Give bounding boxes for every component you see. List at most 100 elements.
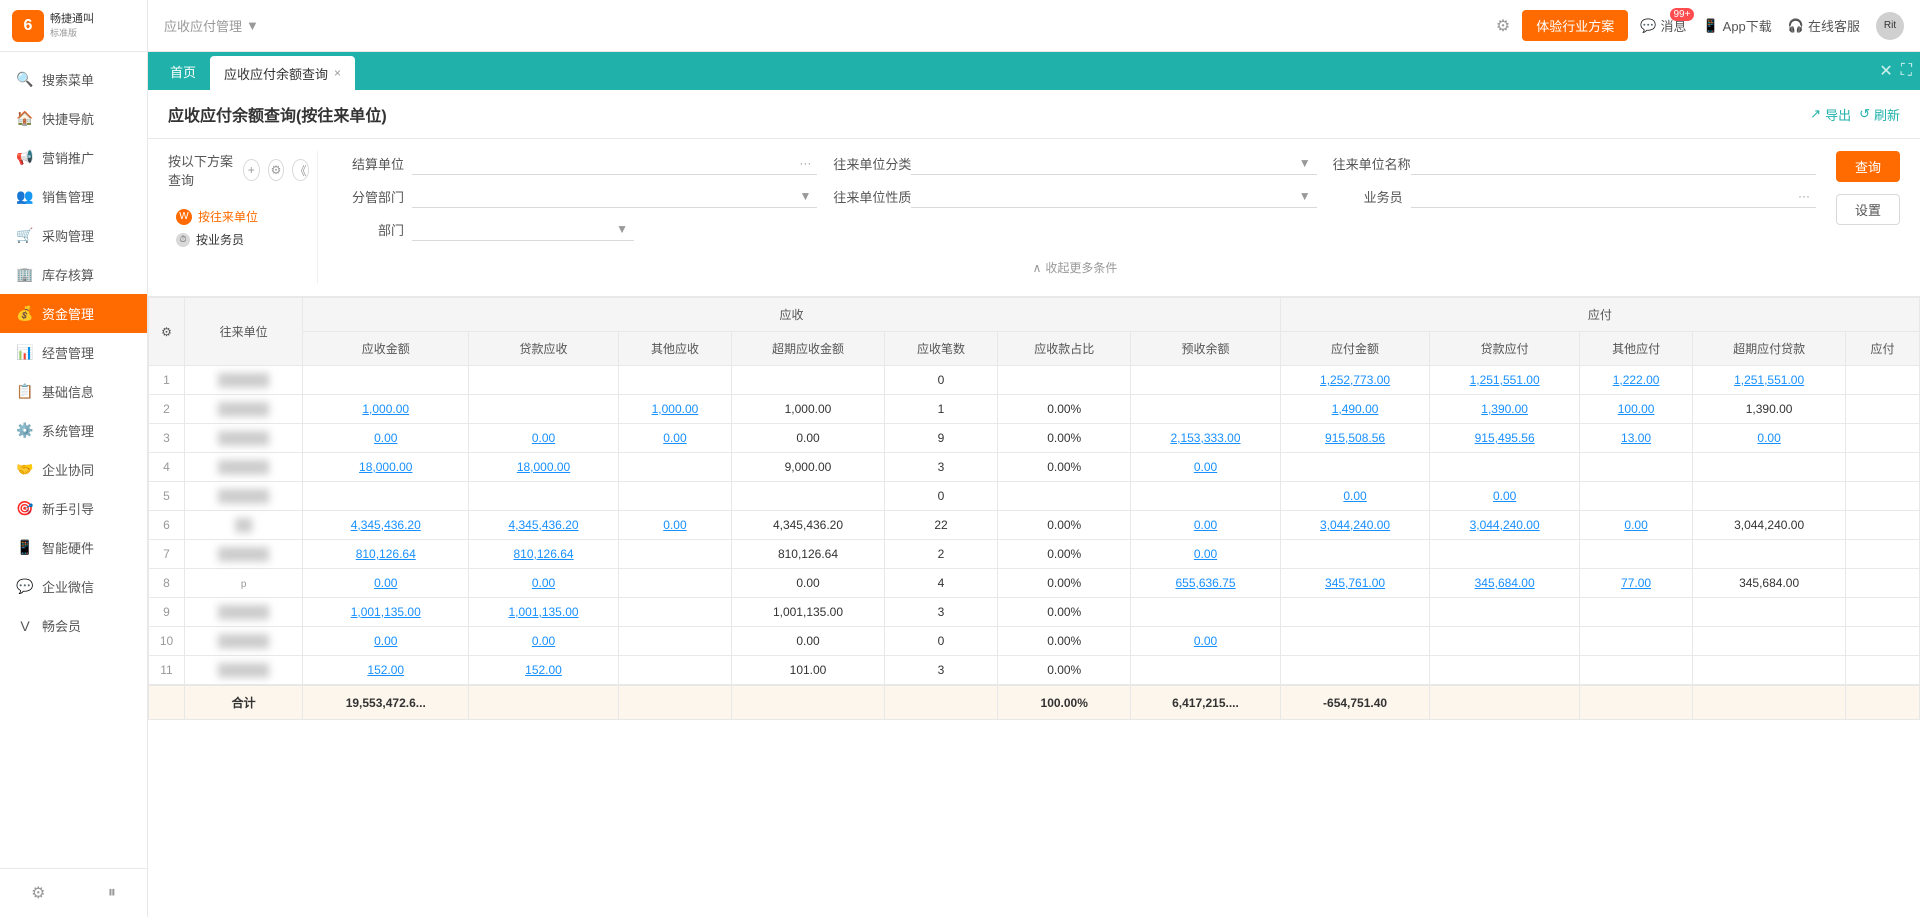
sidebar-item-hardware[interactable]: 📱 智能硬件 — [0, 528, 147, 567]
row-ar-loan[interactable]: 1,001,135.00 — [469, 598, 619, 627]
salesman-input[interactable]: ··· — [1411, 185, 1816, 208]
tab-close-icon[interactable]: × — [334, 66, 341, 80]
sidebar-collapse-btn[interactable]: ⏸ — [102, 878, 122, 908]
sidebar-item-system[interactable]: ⚙️ 系统管理 — [0, 411, 147, 450]
sidebar-item-basic[interactable]: 📋 基础信息 — [0, 372, 147, 411]
row-ap-loan — [1430, 656, 1580, 686]
sidebar-item-sales[interactable]: 👥 销售管理 — [0, 177, 147, 216]
message-button[interactable]: 💬 消息 99+ — [1640, 16, 1686, 35]
row-ar-loan[interactable]: 0.00 — [469, 627, 619, 656]
row-ap-loan[interactable]: 3,044,240.00 — [1430, 511, 1580, 540]
row-ar-prepaid[interactable]: 2,153,333.00 — [1131, 424, 1281, 453]
logo-badge: 标准版 — [50, 26, 94, 39]
unit-category-select[interactable]: ▼ — [911, 152, 1316, 175]
maximize-icon[interactable]: ⛶ — [1901, 62, 1912, 80]
row-ar-other[interactable]: 0.00 — [618, 511, 731, 540]
filter-settings-btn[interactable]: ⚙ — [268, 159, 285, 181]
gear-icon[interactable]: ⚙ — [1496, 16, 1510, 36]
row-ap-loan[interactable]: 345,684.00 — [1430, 569, 1580, 598]
export-button[interactable]: ↗ 导出 — [1810, 105, 1851, 124]
scheme-by-employee[interactable]: ⏱ 按业务员 — [168, 228, 309, 251]
sidebar-nav: 🔍 搜索菜单 🏠 快捷导航 📢 营销推广 👥 销售管理 🛒 采购管理 🏢 库存核… — [0, 52, 147, 868]
row-ap-loan[interactable]: 1,390.00 — [1430, 395, 1580, 424]
row-ap-other[interactable]: 77.00 — [1579, 569, 1692, 598]
service-button[interactable]: 🎧 在线客服 — [1788, 16, 1860, 35]
row-ap-other[interactable]: 100.00 — [1579, 395, 1692, 424]
sidebar-item-search[interactable]: 🔍 搜索菜单 — [0, 60, 147, 99]
row-ar-amount[interactable]: 18,000.00 — [303, 453, 469, 482]
row-ar-prepaid[interactable]: 0.00 — [1131, 511, 1281, 540]
row-ar-prepaid — [1131, 656, 1281, 686]
filter-collapse-btn[interactable]: 《 — [292, 159, 309, 181]
breadcrumb-chevron-icon[interactable]: ▼ — [246, 18, 259, 33]
row-ap-other[interactable]: 1,222.00 — [1579, 366, 1692, 395]
download-button[interactable]: 📱 App下载 — [1702, 16, 1771, 35]
sidebar-item-guide[interactable]: 🎯 新手引导 — [0, 489, 147, 528]
row-ar-prepaid[interactable]: 0.00 — [1131, 627, 1281, 656]
row-ar-amount[interactable]: 0.00 — [303, 627, 469, 656]
row-ap-overdue[interactable]: 1,251,551.00 — [1693, 366, 1846, 395]
row-ar-loan[interactable]: 4,345,436.20 — [469, 511, 619, 540]
row-ap-loan[interactable]: 915,495.56 — [1430, 424, 1580, 453]
row-ap-loan[interactable]: 1,251,551.00 — [1430, 366, 1580, 395]
row-ar-amount[interactable]: 810,126.64 — [303, 540, 469, 569]
sidebar-settings-btn[interactable]: ⚙ — [25, 877, 51, 909]
unit-name-input[interactable] — [1411, 151, 1816, 175]
sidebar-item-wechat[interactable]: 💬 企业微信 — [0, 567, 147, 606]
collapse-more-btn[interactable]: ∧ 收起更多条件 — [334, 251, 1816, 284]
row-ap-amount[interactable]: 1,252,773.00 — [1280, 366, 1430, 395]
close-window-icon[interactable]: ✕ — [1879, 61, 1892, 81]
row-ar-loan[interactable]: 0.00 — [469, 569, 619, 598]
th-ap-extra: 应付 — [1845, 332, 1919, 366]
row-ar-loan[interactable]: 0.00 — [469, 424, 619, 453]
row-ap-amount[interactable]: 345,761.00 — [1280, 569, 1430, 598]
row-ap-other[interactable]: 13.00 — [1579, 424, 1692, 453]
row-ap-loan[interactable]: 0.00 — [1430, 482, 1580, 511]
sidebar-item-finance[interactable]: 💰 资金管理 — [0, 294, 147, 333]
filter-add-btn[interactable]: + — [243, 159, 260, 181]
row-ar-amount[interactable]: 1,001,135.00 — [303, 598, 469, 627]
tab-ar-balance[interactable]: 应收应付余额查询 × — [210, 56, 355, 90]
row-ar-prepaid[interactable]: 655,636.75 — [1131, 569, 1281, 598]
sidebar-item-purchase[interactable]: 🛒 采购管理 — [0, 216, 147, 255]
sidebar-item-inventory[interactable]: 🏢 库存核算 — [0, 255, 147, 294]
tab-home[interactable]: 首页 — [156, 52, 210, 90]
row-ar-loan[interactable]: 152.00 — [469, 656, 619, 686]
row-ar-amount[interactable]: 4,345,436.20 — [303, 511, 469, 540]
promo-button[interactable]: 体验行业方案 — [1522, 10, 1628, 41]
refresh-button[interactable]: ↺ 刷新 — [1859, 105, 1900, 124]
row-ar-other[interactable]: 0.00 — [618, 424, 731, 453]
row-ap-other[interactable]: 0.00 — [1579, 511, 1692, 540]
unit-nature-select[interactable]: ▼ — [911, 185, 1316, 208]
row-ar-loan[interactable]: 810,126.64 — [469, 540, 619, 569]
sidebar-item-collab[interactable]: 🤝 企业协同 — [0, 450, 147, 489]
sidebar-item-member[interactable]: V 畅会员 — [0, 606, 147, 645]
sidebar-item-quick[interactable]: 🏠 快捷导航 — [0, 99, 147, 138]
row-ar-amount[interactable]: 0.00 — [303, 424, 469, 453]
dept-manager-select[interactable]: ▼ — [412, 185, 817, 208]
row-ar-other[interactable]: 1,000.00 — [618, 395, 731, 424]
row-ap-amount[interactable]: 1,490.00 — [1280, 395, 1430, 424]
row-ap-amount[interactable]: 0.00 — [1280, 482, 1430, 511]
table-settings-th[interactable]: ⚙ — [149, 298, 185, 366]
breadcrumb: 应收应付管理 ▼ — [164, 16, 1484, 35]
row-ar-prepaid[interactable]: 0.00 — [1131, 453, 1281, 482]
settings-button[interactable]: 设置 — [1836, 194, 1900, 225]
row-ar-amount[interactable]: 0.00 — [303, 569, 469, 598]
dept-select[interactable]: ▼ — [412, 218, 634, 241]
query-button[interactable]: 查询 — [1836, 151, 1900, 182]
row-ar-loan[interactable]: 18,000.00 — [469, 453, 619, 482]
scheme-by-unit[interactable]: W 按往来单位 — [168, 205, 309, 228]
row-ar-prepaid[interactable]: 0.00 — [1131, 540, 1281, 569]
sidebar-item-label: 系统管理 — [42, 421, 94, 440]
row-ap-amount[interactable]: 3,044,240.00 — [1280, 511, 1430, 540]
sidebar-item-marketing[interactable]: 📢 营销推广 — [0, 138, 147, 177]
sidebar-item-operation[interactable]: 📊 经营管理 — [0, 333, 147, 372]
row-ar-amount[interactable]: 1,000.00 — [303, 395, 469, 424]
settlement-input[interactable]: ··· — [412, 152, 817, 175]
row-ap-amount[interactable]: 915,508.56 — [1280, 424, 1430, 453]
avatar[interactable]: Rit — [1876, 12, 1904, 40]
logo-icon: 6 — [12, 10, 44, 42]
row-ap-overdue[interactable]: 0.00 — [1693, 424, 1846, 453]
row-ar-amount[interactable]: 152.00 — [303, 656, 469, 686]
